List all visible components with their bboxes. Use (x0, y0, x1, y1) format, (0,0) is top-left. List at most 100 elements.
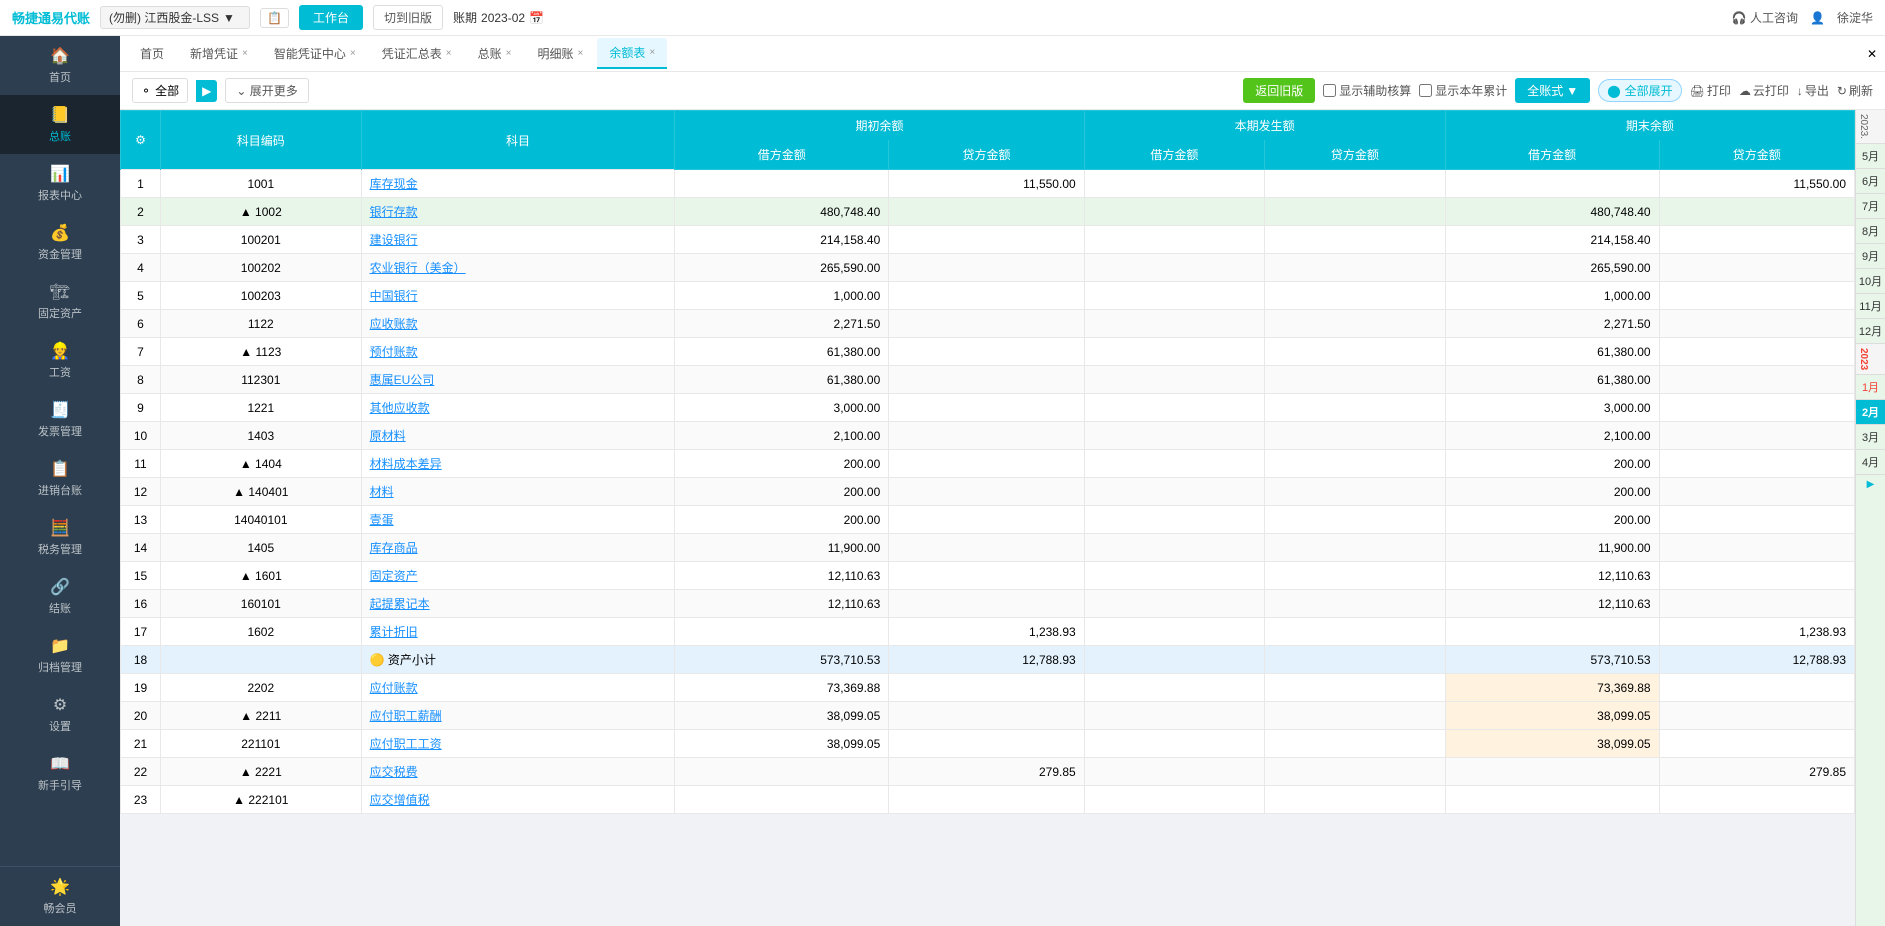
account-link[interactable]: 银行存款 (370, 205, 418, 219)
tab-voucher-summary[interactable]: 凭证汇总表 × (370, 39, 464, 68)
account-link[interactable]: 应交税费 (370, 765, 418, 779)
row-account-name[interactable]: 应付职工薪酬 (361, 702, 675, 730)
sidebar-item-tax[interactable]: 🧮 税务管理 (0, 508, 120, 567)
account-link[interactable]: 应交增值税 (370, 793, 430, 807)
sidebar-item-salary[interactable]: 👷 工资 (0, 331, 120, 390)
tab-smart-voucher-close[interactable]: × (350, 48, 356, 59)
cal-month-12[interactable]: 12月 (1856, 319, 1885, 344)
tab-general-ledger[interactable]: 总账 × (466, 39, 524, 68)
row-account-name[interactable]: 惠属EU公司 (361, 366, 675, 394)
filter-all[interactable]: ⚬ 全部 (132, 78, 188, 103)
cal-year-2023-label[interactable]: 2023 (1856, 344, 1885, 375)
account-link[interactable]: 固定资产 (370, 569, 418, 583)
sidebar-item-invoice[interactable]: 🧾 发票管理 (0, 390, 120, 449)
workbench-button[interactable]: 工作台 (299, 5, 363, 30)
row-account-name[interactable]: 固定资产 (361, 562, 675, 590)
account-link[interactable]: 累计折旧 (370, 625, 418, 639)
account-link[interactable]: 库存商品 (370, 541, 418, 555)
row-account-name[interactable]: 库存商品 (361, 534, 675, 562)
tab-smart-voucher[interactable]: 智能凭证中心 × (262, 39, 368, 68)
tab-balance-sheet-close[interactable]: × (649, 47, 655, 58)
account-link[interactable]: 建设银行 (370, 233, 418, 247)
tab-general-ledger-close[interactable]: × (506, 48, 512, 59)
aux-calc-input[interactable] (1323, 84, 1336, 97)
row-account-name[interactable]: 应交税费 (361, 758, 675, 786)
row-account-name[interactable]: 中国银行 (361, 282, 675, 310)
tab-detail-ledger[interactable]: 明细账 × (525, 39, 595, 68)
cal-month-10[interactable]: 10月 (1856, 269, 1885, 294)
switch-version-button[interactable]: 切到旧版 (373, 5, 443, 30)
row-account-name[interactable]: 农业银行（美金） (361, 254, 675, 282)
cal-month-1[interactable]: 1月 (1856, 375, 1885, 400)
account-link[interactable]: 材料 (370, 485, 394, 499)
sidebar-item-funds[interactable]: 💰 资金管理 (0, 213, 120, 272)
expand-button[interactable]: ⌄ 展开更多 (225, 78, 308, 103)
row-account-name[interactable]: 起提累记本 (361, 590, 675, 618)
sidebar-item-sales[interactable]: 📋 进销台账 (0, 449, 120, 508)
cal-month-4[interactable]: 4月 (1856, 450, 1885, 475)
cloud-print-button[interactable]: ☁ 云打印 (1739, 82, 1789, 99)
row-account-name[interactable]: 其他应收款 (361, 394, 675, 422)
row-account-name[interactable]: 壹蛋 (361, 506, 675, 534)
sidebar-item-reports[interactable]: 📊 报表中心 (0, 154, 120, 213)
sidebar-item-close[interactable]: 🔗 结账 (0, 567, 120, 626)
format-button[interactable]: 全账式 ▼ (1515, 78, 1590, 103)
th-setting[interactable]: ⚙ (121, 111, 161, 170)
row-account-name[interactable]: 银行存款 (361, 198, 675, 226)
sidebar-item-ledger[interactable]: 📒 总账 (0, 95, 120, 154)
expand-all-toggle[interactable]: ⬤ 全部展开 (1598, 79, 1681, 102)
row-account-name[interactable]: 应付职工工资 (361, 730, 675, 758)
tab-detail-ledger-close[interactable]: × (577, 48, 583, 59)
tab-balance-sheet[interactable]: 余额表 × (597, 38, 667, 69)
tab-voucher-summary-close[interactable]: × (446, 48, 452, 59)
account-link[interactable]: 应付职工薪酬 (370, 709, 442, 723)
cal-month-6[interactable]: 6月 (1856, 169, 1885, 194)
cal-month-8[interactable]: 8月 (1856, 219, 1885, 244)
cal-month-2[interactable]: 2月 (1856, 400, 1885, 425)
account-link[interactable]: 中国银行 (370, 289, 418, 303)
sidebar-item-member[interactable]: 🌟 畅会员 (0, 867, 120, 926)
account-link[interactable]: 材料成本差异 (370, 457, 442, 471)
cal-month-7[interactable]: 7月 (1856, 194, 1885, 219)
return-old-btn[interactable]: 返回旧版 (1243, 78, 1315, 103)
ytd-checkbox[interactable]: 显示本年累计 (1419, 82, 1507, 99)
account-link[interactable]: 库存现金 (370, 177, 418, 191)
row-account-name[interactable]: 材料 (361, 478, 675, 506)
cal-month-5[interactable]: 5月 (1856, 144, 1885, 169)
user-service[interactable]: 🎧 人工咨询 (1732, 9, 1798, 26)
sidebar-item-guide[interactable]: 📖 新手引导 (0, 744, 120, 803)
row-account-name[interactable]: 应付账款 (361, 674, 675, 702)
row-account-name[interactable]: 建设银行 (361, 226, 675, 254)
sidebar-item-settings[interactable]: ⚙ 设置 (0, 685, 120, 744)
tab-close-all[interactable]: ✕ (1867, 47, 1877, 61)
account-link[interactable]: 起提累记本 (370, 597, 430, 611)
row-account-name[interactable]: 原材料 (361, 422, 675, 450)
account-link[interactable]: 惠属EU公司 (370, 373, 435, 387)
cal-month-11[interactable]: 11月 (1856, 294, 1885, 319)
row-account-name[interactable]: 应交增值税 (361, 786, 675, 814)
row-account-name[interactable]: 库存现金 (361, 170, 675, 198)
tab-new-voucher[interactable]: 新增凭证 × (178, 39, 260, 68)
cal-month-9[interactable]: 9月 (1856, 244, 1885, 269)
row-account-name[interactable]: 预付账款 (361, 338, 675, 366)
account-link[interactable]: 应付账款 (370, 681, 418, 695)
account-link[interactable]: 应付职工工资 (370, 737, 442, 751)
tab-new-voucher-close[interactable]: × (242, 48, 248, 59)
account-link[interactable]: 应收账款 (370, 317, 418, 331)
company-selector[interactable]: (勿删) 江西股金-LSS ▼ (100, 6, 250, 29)
refresh-button[interactable]: ↻ 刷新 (1837, 82, 1873, 99)
copy-button[interactable]: 📋 (260, 8, 289, 28)
tab-home[interactable]: 首页 (128, 39, 176, 68)
sidebar-item-archive[interactable]: 📁 归档管理 (0, 626, 120, 685)
cal-month-3[interactable]: 3月 (1856, 425, 1885, 450)
row-account-name[interactable]: 材料成本差异 (361, 450, 675, 478)
row-account-name[interactable]: 累计折旧 (361, 618, 675, 646)
account-link[interactable]: 原材料 (370, 429, 406, 443)
sidebar-item-home[interactable]: 🏠 首页 (0, 36, 120, 95)
ytd-input[interactable] (1419, 84, 1432, 97)
account-link[interactable]: 预付账款 (370, 345, 418, 359)
sidebar-item-assets[interactable]: 🏗 固定资产 (0, 272, 120, 331)
export-button[interactable]: ↓ 导出 (1797, 82, 1829, 99)
account-link[interactable]: 农业银行（美金） (370, 261, 466, 275)
period-calendar-icon[interactable]: 📅 (529, 11, 544, 25)
